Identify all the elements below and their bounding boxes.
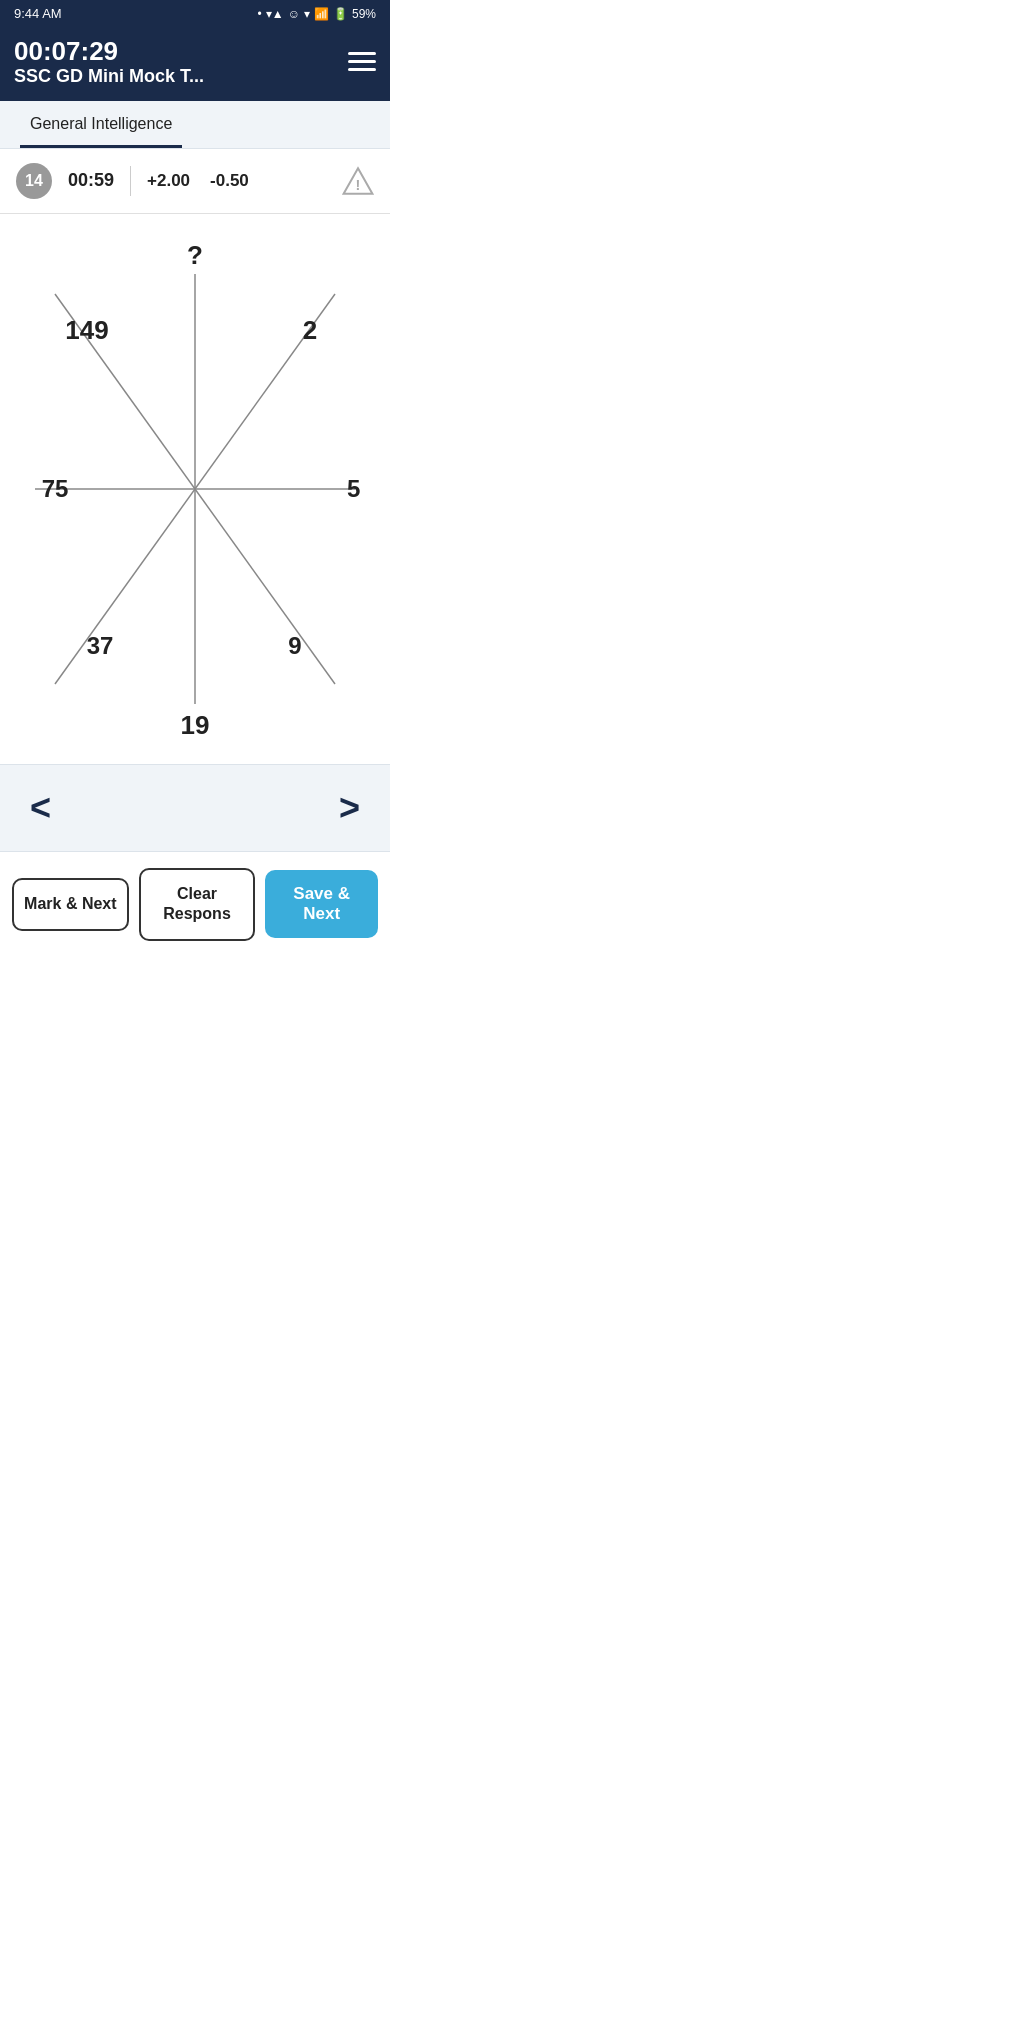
app-header: 00:07:29 SSC GD Mini Mock T... — [0, 27, 390, 101]
header-info: 00:07:29 SSC GD Mini Mock T... — [14, 37, 204, 87]
svg-text:2: 2 — [303, 315, 317, 345]
hamburger-menu-button[interactable] — [348, 52, 376, 71]
warning-triangle-icon: ! — [342, 165, 374, 197]
svg-text:37: 37 — [87, 632, 114, 659]
question-timer: 00:59 — [68, 170, 114, 191]
data-icon: ▾▲ — [266, 7, 284, 21]
battery-icon: 🔋 — [333, 7, 348, 21]
clear-response-button[interactable]: ClearRespons — [139, 868, 256, 942]
hamburger-line-3 — [348, 68, 376, 71]
hamburger-line-1 — [348, 52, 376, 55]
marks-info: +2.00 -0.50 — [147, 171, 249, 191]
question-number-badge: 14 — [16, 163, 52, 199]
battery-percent: 59% — [352, 7, 376, 21]
save-next-button[interactable]: Save & Next — [265, 870, 378, 938]
svg-text:75: 75 — [42, 475, 69, 502]
next-question-button[interactable]: > — [329, 783, 370, 833]
svg-text:149: 149 — [65, 315, 108, 345]
signal-dot: • — [258, 7, 262, 21]
network-icon: 📶 — [314, 7, 329, 21]
clear-response-label: ClearRespons — [163, 885, 231, 923]
status-icons: • ▾▲ ☺ ▾ 📶 🔋 59% — [258, 7, 376, 21]
navigation-area: < > — [0, 764, 390, 852]
diagram-container: ? 149 75 37 19 9 5 2 — [25, 234, 365, 754]
question-area: ? 149 75 37 19 9 5 2 — [0, 214, 390, 764]
meta-divider — [130, 166, 131, 196]
status-time: 9:44 AM — [14, 6, 62, 21]
negative-marks: -0.50 — [210, 171, 249, 191]
bottom-action-bar: Mark & Next ClearRespons Save & Next — [0, 852, 390, 958]
svg-text:9: 9 — [288, 632, 301, 659]
hamburger-line-2 — [348, 60, 376, 63]
wifi-icon: ☺ — [288, 7, 300, 21]
exam-title: SSC GD Mini Mock T... — [14, 66, 204, 87]
svg-text:19: 19 — [181, 710, 210, 740]
diagram-svg: ? 149 75 37 19 9 5 2 — [25, 234, 365, 754]
prev-question-button[interactable]: < — [20, 783, 61, 833]
svg-text:5: 5 — [347, 475, 360, 502]
mark-next-button[interactable]: Mark & Next — [12, 878, 129, 931]
question-meta: 14 00:59 +2.00 -0.50 ! — [0, 149, 390, 214]
status-bar: 9:44 AM • ▾▲ ☺ ▾ 📶 🔋 59% — [0, 0, 390, 27]
positive-marks: +2.00 — [147, 171, 190, 191]
tab-general-intelligence[interactable]: General Intelligence — [20, 101, 182, 148]
svg-text:!: ! — [356, 176, 361, 192]
svg-text:?: ? — [187, 240, 203, 270]
signal-icon: ▾ — [304, 7, 310, 21]
tab-bar: General Intelligence — [0, 101, 390, 149]
exam-timer: 00:07:29 — [14, 37, 204, 66]
